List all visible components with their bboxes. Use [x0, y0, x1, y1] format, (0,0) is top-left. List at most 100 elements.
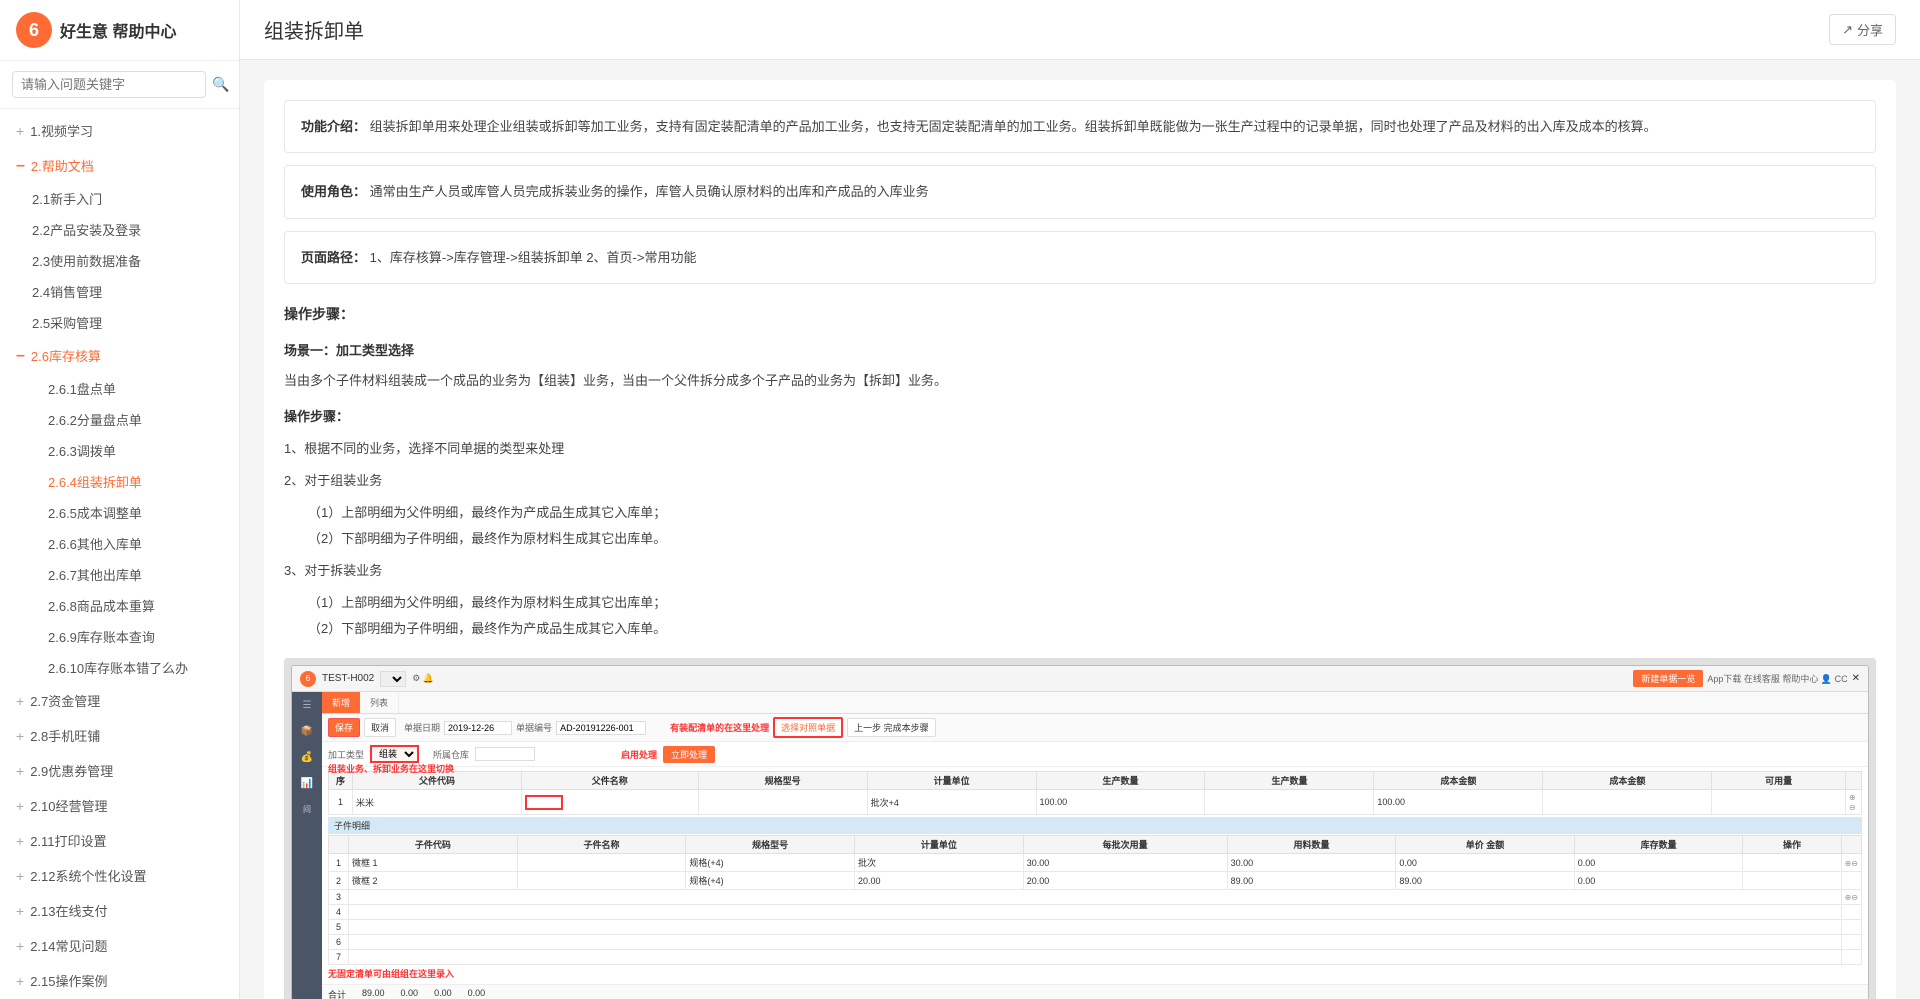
- sidebar-item-video[interactable]: + 1.视频学习: [0, 113, 239, 148]
- share-button[interactable]: ↗ 分享: [1829, 14, 1896, 45]
- mock-th-unit: 计量单位: [867, 772, 1036, 790]
- sidebar-item-2-12[interactable]: + 2.12系统个性化设置: [0, 858, 239, 893]
- mock-sub-th-qty2: 用料数量: [1227, 836, 1396, 854]
- mock-th-avail: 可用量: [1712, 772, 1846, 790]
- sidebar-item-2-6-1[interactable]: 2.6.1盘点单: [0, 373, 239, 404]
- mock-logo: 6: [300, 671, 316, 687]
- sidebar-item-2-14[interactable]: + 2.14常见问题: [0, 928, 239, 963]
- plus-icon-2-13: +: [16, 903, 24, 919]
- mock-parent-table: 序 父件代码 父件名称 规格型号 计量单位 生产数量 生产数量: [328, 771, 1862, 815]
- mock-company: TEST-H002: [322, 673, 374, 684]
- mock-td-seq1: 1: [329, 790, 353, 815]
- mock-sub-td-action2: [1841, 872, 1861, 890]
- mock-action-btn[interactable]: 上一步 完成本步骤: [847, 718, 936, 737]
- sidebar-item-2-7[interactable]: + 2.7资金管理: [0, 683, 239, 718]
- mock-sub-td-qty2-1: 30.00: [1227, 854, 1396, 872]
- mock-type-select[interactable]: 组装 拆卸: [370, 745, 419, 763]
- sidebar-item-docs[interactable]: – 2.帮助文档: [0, 148, 239, 183]
- sidebar-item-2-3[interactable]: 2.3使用前数据准备: [0, 245, 239, 276]
- mock-sub-row-icon-3[interactable]: ⊕⊖: [1845, 893, 1858, 902]
- mock-config-btn[interactable]: 选择对照单据: [773, 717, 843, 738]
- mock-name-input-1[interactable]: [525, 795, 563, 810]
- sidebar-item-2-5[interactable]: 2.5采购管理: [0, 307, 239, 338]
- mock-nav-icon-1[interactable]: ☰: [292, 692, 322, 718]
- mock-tab-new[interactable]: 新增: [322, 692, 360, 713]
- nav-section: + 1.视频学习 – 2.帮助文档 2.1新手入门 2.2产品安装及登录 2.3…: [0, 109, 239, 999]
- annotation-1: 有装配清单的在这里处理: [670, 721, 769, 734]
- step3-sub2: （2）下部明细为子件明细，最终作为产成品生成其它入库单。: [308, 616, 1876, 642]
- sidebar-item-2-6-2[interactable]: 2.6.2分量盘点单: [0, 404, 239, 435]
- mock-sub-td-spec2: 规格(+4): [686, 872, 855, 890]
- mock-table-area: 序 父件代码 父件名称 规格型号 计量单位 生产数量 生产数量: [322, 767, 1868, 984]
- minus-icon-2-6: –: [16, 347, 25, 365]
- annotation-4: 无固定清单可由组组在这里录入: [328, 969, 454, 979]
- mock-sub-th-cost1: 单价 金额: [1396, 836, 1574, 854]
- mock-nav-icon-2[interactable]: 📦: [292, 718, 322, 744]
- app-name: 好生意 帮助中心: [60, 18, 176, 42]
- mock-td-cost2-1: [1543, 790, 1712, 815]
- sidebar-item-2-6-9[interactable]: 2.6.9库存账本查询: [0, 621, 239, 652]
- mock-order-input[interactable]: [556, 721, 646, 735]
- mock-sub-td-unit1: 批次: [855, 854, 1024, 872]
- sidebar-item-2-6-7[interactable]: 2.6.7其他出库单: [0, 559, 239, 590]
- mock-sub-th-spec: 规格型号: [686, 836, 855, 854]
- sidebar-item-2-6-6[interactable]: 2.6.6其他入库单: [0, 528, 239, 559]
- sidebar-item-2-4[interactable]: 2.4销售管理: [0, 276, 239, 307]
- search-input[interactable]: [12, 71, 206, 98]
- mock-date-input[interactable]: [444, 721, 512, 735]
- mock-sub-td-action5: [1841, 920, 1861, 935]
- role-text: 通常由生产人员或库管人员完成拆装业务的操作，库管人员确认原材料的出库和产成品的入…: [370, 184, 929, 199]
- mock-sub-th-ops: 操作: [1743, 836, 1841, 854]
- sidebar-item-2-6-5[interactable]: 2.6.5成本调整单: [0, 497, 239, 528]
- mock-td-avail1: [1712, 790, 1846, 815]
- sidebar-item-2-6[interactable]: – 2.6库存核算: [0, 338, 239, 373]
- mock-sub-row-icon[interactable]: ⊕⊖: [1845, 859, 1858, 868]
- mock-child-table: 子件代码 子件名称 规格型号 计量单位 每批次用量 用料数量 单价 金额: [328, 835, 1862, 965]
- mock-sub-td-qty2-2: 89.00: [1227, 872, 1396, 890]
- sidebar-item-2-11[interactable]: + 2.11打印设置: [0, 823, 239, 858]
- scenario1-title: 场景一：加工类型选择: [284, 338, 1876, 364]
- mock-warehouse-label: 所属仓库: [433, 748, 469, 761]
- mock-nav-icon-4[interactable]: 📊: [292, 770, 322, 796]
- mock-th-qty2: 生产数量: [1205, 772, 1374, 790]
- mock-close-icon[interactable]: ✕: [1852, 673, 1860, 684]
- sidebar-item-2-6-8[interactable]: 2.6.8商品成本重算: [0, 590, 239, 621]
- mock-sub-td-name1: [517, 854, 686, 872]
- mock-save-btn[interactable]: 保存: [328, 718, 360, 737]
- mock-row-ops-icon[interactable]: ⊕ ⊖: [1849, 793, 1856, 812]
- mock-cancel-btn[interactable]: 取消: [364, 718, 396, 737]
- mock-sub-td-code1: 微框 1: [349, 854, 518, 872]
- mock-new-btn[interactable]: 新建单据一览: [1633, 670, 1703, 687]
- sidebar-item-2-13[interactable]: + 2.13在线支付: [0, 893, 239, 928]
- mock-company-select[interactable]: [380, 671, 406, 687]
- path-label: 页面路径：: [301, 250, 366, 265]
- search-icon[interactable]: 🔍: [212, 76, 229, 93]
- mock-topbar: 6 TEST-H002 ⚙ 🔔 新建单据一览 App下载 在线客服 帮助中心 👤…: [292, 666, 1868, 692]
- sidebar-item-2-6-10[interactable]: 2.6.10库存账本错了么办: [0, 652, 239, 683]
- sidebar-item-2-6-3[interactable]: 2.6.3调拨单: [0, 435, 239, 466]
- screenshot-mockup: 6 TEST-H002 ⚙ 🔔 新建单据一览 App下载 在线客服 帮助中心 👤…: [284, 658, 1876, 999]
- sidebar-item-2-2[interactable]: 2.2产品安装及登录: [0, 214, 239, 245]
- mock-sub-td-seq4: 4: [329, 905, 349, 920]
- mock-warehouse-input[interactable]: [475, 747, 535, 761]
- sidebar-item-2-8[interactable]: + 2.8手机旺铺: [0, 718, 239, 753]
- sidebar-item-2-6-4[interactable]: 2.6.4组装拆卸单: [0, 466, 239, 497]
- mock-child-row-2: 2 微框 2 规格(+4) 20.00 20.00 89.00: [329, 872, 1862, 890]
- mock-enable-btn[interactable]: 立即处理: [663, 746, 715, 763]
- mock-sub-th-seq: [329, 836, 349, 854]
- mock-tab-list[interactable]: 列表: [360, 692, 399, 713]
- mock-td-ops1: ⊕ ⊖: [1846, 790, 1862, 815]
- sidebar-item-2-10[interactable]: + 2.10经营管理: [0, 788, 239, 823]
- mock-footer-v1: 89.00: [362, 988, 385, 999]
- plus-icon-2-11: +: [16, 833, 24, 849]
- sidebar-item-2-9[interactable]: + 2.9优惠券管理: [0, 753, 239, 788]
- mock-sub-td-avail2: 0.00: [1574, 872, 1743, 890]
- mock-nav-icon-3[interactable]: 💰: [292, 744, 322, 770]
- sidebar-item-2-1[interactable]: 2.1新手入门: [0, 183, 239, 214]
- step3: 3、对于拆装业务: [284, 558, 1876, 584]
- annotation-3: 启用处理: [621, 748, 657, 761]
- mock-footer-total1: 合计: [328, 988, 346, 999]
- annotation-2: 组装业务、拆卸业务在这里切换: [328, 764, 454, 774]
- sidebar-item-2-15[interactable]: + 2.15操作案例: [0, 963, 239, 998]
- mock-nav-icon-5[interactable]: 间: [292, 796, 322, 822]
